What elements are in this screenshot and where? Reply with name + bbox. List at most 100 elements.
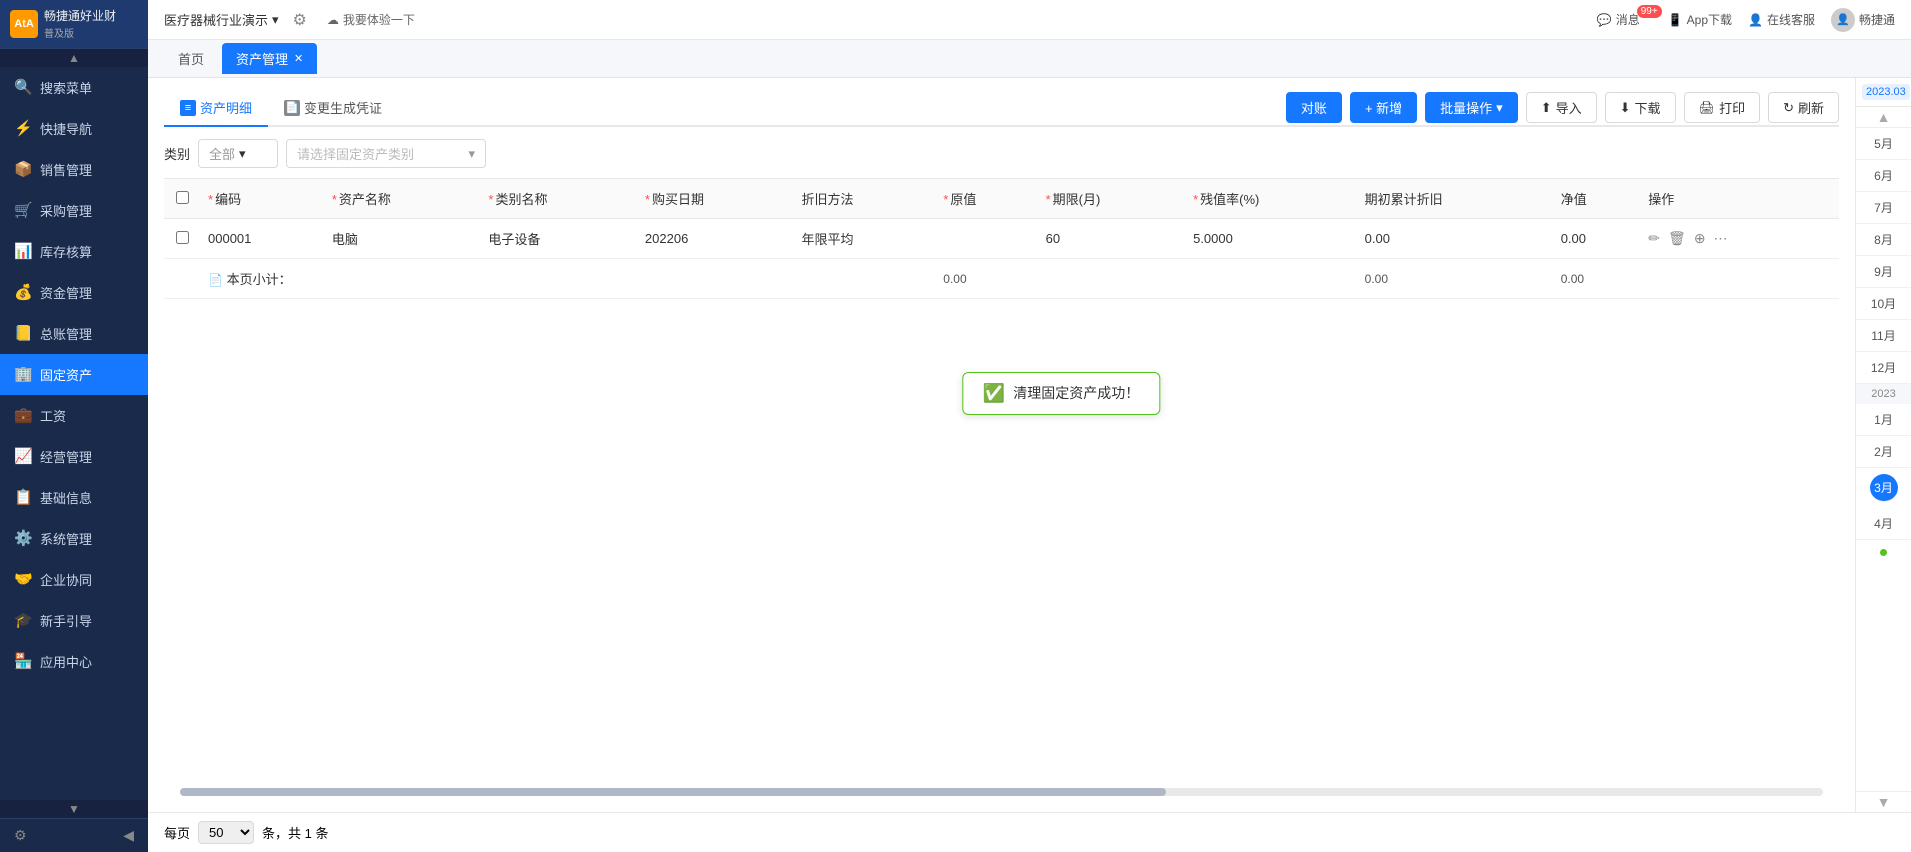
horizontal-scrollbar[interactable]	[180, 788, 1823, 796]
subtotal-label: 本页小计：	[227, 272, 292, 287]
month-4[interactable]: 4月	[1856, 508, 1911, 540]
online-service-button[interactable]: 👤 在线客服	[1748, 11, 1815, 28]
tab-home[interactable]: 首页	[164, 43, 218, 74]
basicinfo-icon: 📋	[14, 488, 32, 506]
sidebar-bottom: ⚙ ◀	[0, 818, 148, 852]
month-scroll-up[interactable]: ▲	[1877, 109, 1891, 125]
sidebar-item-purchase[interactable]: 🛒 采购管理	[0, 190, 148, 231]
message-badge: 99+	[1637, 5, 1662, 18]
select-all-checkbox[interactable]	[176, 191, 189, 204]
sidebar-item-finance[interactable]: 💰 资金管理	[0, 272, 148, 313]
enterprise-icon: 🤝	[14, 570, 32, 588]
tab-asset[interactable]: 资产管理 ✕	[222, 43, 317, 74]
purchase-icon: 🛒	[14, 201, 32, 219]
category-select-arrow: ▾	[239, 146, 246, 162]
toolbar-right: 对账 + 新增 批量操作 ▾ ⬆ 导入 ⬇ 下载	[1286, 92, 1839, 123]
app-download-button[interactable]: 📱 App下载	[1668, 11, 1732, 28]
total-label: 条，共 1 条	[262, 823, 328, 842]
collapse-icon[interactable]: ◀	[123, 827, 134, 844]
print-button[interactable]: 🖨 打印	[1684, 92, 1761, 123]
col-code: *编码	[200, 179, 324, 219]
month-12[interactable]: 12月	[1856, 352, 1911, 384]
tab-close-icon[interactable]: ✕	[294, 52, 303, 65]
topbar-settings-icon[interactable]: ⚙	[293, 10, 307, 30]
category-input[interactable]: 请选择固定资产类别 ▾	[286, 139, 486, 168]
company-selector[interactable]: 医疗器械行业演示 ▾	[164, 10, 279, 29]
sidebar: AtA 畅捷通好业财 普及版 ▲ 🔍 搜索菜单 ⚡ 快捷导航 📦 销售管理 🛒 …	[0, 0, 148, 852]
month-2[interactable]: 2月	[1856, 436, 1911, 468]
sidebar-item-appstore[interactable]: 🏪 应用中心	[0, 641, 148, 682]
col-net-value: 净值	[1553, 179, 1641, 219]
subtab-assetlist[interactable]: ≡ 资产明细	[164, 90, 268, 127]
month-8[interactable]: 8月	[1856, 224, 1911, 256]
download-button[interactable]: ⬇ 下载	[1605, 92, 1676, 123]
app-logo-icon: AtA	[10, 10, 38, 38]
sidebar-item-search[interactable]: 🔍 搜索菜单	[0, 67, 148, 108]
month-7[interactable]: 7月	[1856, 192, 1911, 224]
refresh-button[interactable]: ↻ 刷新	[1768, 92, 1839, 123]
company-dropdown-icon: ▾	[272, 12, 279, 28]
month-10[interactable]: 10月	[1856, 288, 1911, 320]
green-dot-icon	[1880, 549, 1887, 556]
settings-icon[interactable]: ⚙	[14, 827, 27, 844]
sidebar-item-enterprise[interactable]: 🤝 企业协同	[0, 559, 148, 600]
export-button[interactable]: ⬆ 导入	[1526, 92, 1597, 123]
row-actions: ✏ 🗑 ⊕ ⋯	[1648, 230, 1831, 247]
subtab-bar: ≡ 资产明细 📄 变更生成凭证 对账 + 新增 批量操作	[164, 90, 1839, 127]
subtotal-original: 0.00	[935, 259, 1037, 299]
avatar: 👤	[1831, 8, 1855, 32]
row-category: 电子设备	[480, 219, 637, 259]
month-scroll-down[interactable]: ▼	[1877, 794, 1891, 810]
filter-row: 类别 全部 ▾ 请选择固定资产类别 ▾	[164, 139, 1839, 168]
col-original-value: *原值	[935, 179, 1037, 219]
month-6[interactable]: 6月	[1856, 160, 1911, 192]
sidebar-item-basicinfo[interactable]: 📋 基础信息	[0, 477, 148, 518]
delete-icon[interactable]: 🗑	[1668, 230, 1686, 247]
filter-input-arrow: ▾	[468, 146, 475, 162]
edit-icon[interactable]: ✏	[1648, 230, 1660, 247]
sidebar-item-fixedassets[interactable]: 🏢 固定资产	[0, 354, 148, 395]
pagination: 每页 50 10 20 100 条，共 1 条	[148, 812, 1911, 852]
new-button[interactable]: + 新增	[1350, 92, 1417, 123]
subtab-voucher[interactable]: 📄 变更生成凭证	[268, 90, 398, 127]
category-select[interactable]: 全部 ▾	[198, 139, 278, 168]
sidebar-item-guide[interactable]: 🎓 新手引导	[0, 600, 148, 641]
row-residual-rate: 5.0000	[1185, 219, 1357, 259]
sidebar-item-inventory[interactable]: 📊 库存核算	[0, 231, 148, 272]
messages-button[interactable]: 💬 消息 99+	[1597, 11, 1652, 28]
sidebar-item-quicknav[interactable]: ⚡ 快捷导航	[0, 108, 148, 149]
more-icon[interactable]: ⋯	[1714, 230, 1728, 247]
sidebar-item-sales[interactable]: 📦 销售管理	[0, 149, 148, 190]
content-main: ≡ 资产明细 📄 变更生成凭证 对账 + 新增 批量操作	[148, 78, 1855, 812]
month-5[interactable]: 5月	[1856, 128, 1911, 160]
row-name: 电脑	[324, 219, 481, 259]
month-3[interactable]: 3月	[1870, 474, 1898, 502]
topbar: 医疗器械行业演示 ▾ ⚙ ☁ 我要体验一下 💬 消息 99+ 📱 App下载 👤…	[148, 0, 1911, 40]
col-name: *资产名称	[324, 179, 481, 219]
row-checkbox[interactable]	[176, 231, 189, 244]
sidebar-item-sysadmin[interactable]: ⚙️ 系统管理	[0, 518, 148, 559]
fixedassets-icon: 🏢	[14, 365, 32, 383]
col-action: 操作	[1640, 179, 1839, 219]
copy-icon[interactable]: ⊕	[1694, 230, 1706, 247]
row-original-value	[935, 219, 1037, 259]
month-11[interactable]: 11月	[1856, 320, 1911, 352]
sidebar-item-payroll[interactable]: 💼 工资	[0, 395, 148, 436]
user-menu[interactable]: 👤 畅捷通	[1831, 8, 1895, 32]
month-9[interactable]: 9月	[1856, 256, 1911, 288]
experience-button[interactable]: ☁ 我要体验一下	[327, 11, 415, 28]
sidebar-scroll-down[interactable]: ▼	[0, 800, 148, 818]
sidebar-scroll-up[interactable]: ▲	[0, 49, 148, 67]
assetlist-icon: ≡	[180, 100, 196, 116]
toast-message: 清理固定资产成功！	[1013, 383, 1139, 403]
sysadmin-icon: ⚙️	[14, 529, 32, 547]
right-panel: 2023.03 ✕ ⤢ ▲ 5月 6月 7月 8月 9月 10月 11月 12月…	[1855, 78, 1911, 812]
per-page-select[interactable]: 50 10 20 100	[198, 821, 254, 844]
reconcile-button[interactable]: 对账	[1286, 92, 1342, 123]
sidebar-item-management[interactable]: 📈 经营管理	[0, 436, 148, 477]
batch-button[interactable]: 批量操作 ▾	[1425, 92, 1518, 123]
subtotal-row: 📄 本页小计： 0.00 0.00 0.00	[164, 259, 1839, 299]
subtotal-net: 0.00	[1553, 259, 1641, 299]
month-1[interactable]: 1月	[1856, 404, 1911, 436]
sidebar-item-ledger[interactable]: 📒 总账管理	[0, 313, 148, 354]
